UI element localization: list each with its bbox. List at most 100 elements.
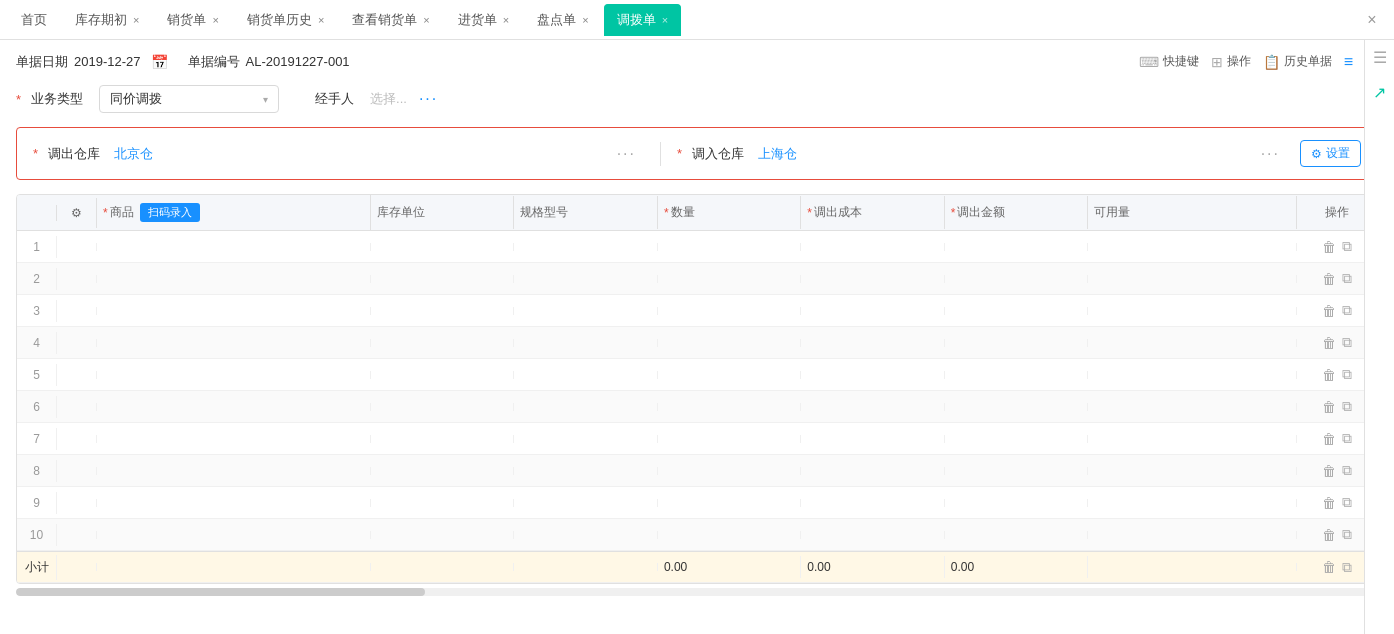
handler-input[interactable]: 选择... (370, 90, 407, 108)
row-copy-btn-7[interactable]: ⧉ (1339, 428, 1355, 449)
handler-more-icon[interactable]: ··· (419, 90, 438, 108)
row-product-6[interactable] (97, 403, 371, 411)
layout-button-1[interactable]: ≡ (1344, 53, 1353, 71)
sidebar-export-icon[interactable]: ↗ (1373, 83, 1386, 102)
horizontal-scrollbar[interactable] (16, 588, 1378, 596)
tab-inventory-check-close[interactable]: × (582, 14, 588, 26)
row-delete-btn-10[interactable]: 🗑 (1319, 525, 1339, 545)
th-spec: 规格型号 (514, 196, 657, 229)
tab-sales-order[interactable]: 销货单 × (154, 4, 231, 36)
date-value[interactable]: 2019-12-27 (74, 54, 141, 69)
row-qty-2[interactable] (658, 275, 801, 283)
row-qty-10[interactable] (658, 531, 801, 539)
row-qty-5[interactable] (658, 371, 801, 379)
row-copy-btn-4[interactable]: ⧉ (1339, 332, 1355, 353)
row-delete-btn-6[interactable]: 🗑 (1319, 397, 1339, 417)
history-button[interactable]: 📋 历史单据 (1263, 53, 1332, 70)
shortcut-button[interactable]: ⌨ 快捷键 (1139, 53, 1199, 70)
scan-button[interactable]: 扫码录入 (140, 203, 200, 222)
row-product-2[interactable] (97, 275, 371, 283)
calendar-icon[interactable]: 📅 (151, 54, 168, 70)
warehouse-in-more[interactable]: ··· (1253, 145, 1288, 163)
row-copy-btn-2[interactable]: ⧉ (1339, 268, 1355, 289)
row-cost-7 (801, 435, 944, 443)
row-copy-btn-8[interactable]: ⧉ (1339, 460, 1355, 481)
row-product-7[interactable] (97, 435, 371, 443)
tab-purchase-order[interactable]: 进货单 × (445, 4, 522, 36)
settings-button[interactable]: ⚙ 设置 (1300, 140, 1361, 167)
row-copy-btn-9[interactable]: ⧉ (1339, 492, 1355, 513)
th-gear[interactable]: ⚙ (57, 198, 97, 228)
row-product-4[interactable] (97, 339, 371, 347)
row-copy-btn-6[interactable]: ⧉ (1339, 396, 1355, 417)
row-avail-4 (1088, 339, 1297, 347)
tab-home[interactable]: 首页 (8, 4, 60, 36)
tab-sales-order-label: 销货单 (167, 11, 206, 29)
row-copy-btn-1[interactable]: ⧉ (1339, 236, 1355, 257)
row-product-5[interactable] (97, 371, 371, 379)
row-delete-btn-2[interactable]: 🗑 (1319, 269, 1339, 289)
row-product-3[interactable] (97, 307, 371, 315)
tab-sales-history[interactable]: 销货单历史 × (234, 4, 337, 36)
row-unit-10 (371, 531, 514, 539)
tab-view-sales[interactable]: 查看销货单 × (339, 4, 442, 36)
tab-view-sales-close[interactable]: × (423, 14, 429, 26)
subtotal-unit-cell (371, 563, 514, 571)
row-qty-6[interactable] (658, 403, 801, 411)
tab-inventory-check[interactable]: 盘点单 × (524, 4, 601, 36)
row-delete-btn-1[interactable]: 🗑 (1319, 237, 1339, 257)
row-amount-9 (945, 499, 1088, 507)
subtotal-copy-icon[interactable]: ⧉ (1339, 557, 1355, 578)
row-delete-btn-5[interactable]: 🗑 (1319, 365, 1339, 385)
warehouse-out-value[interactable]: 北京仓 (114, 145, 153, 163)
row-delete-btn-3[interactable]: 🗑 (1319, 301, 1339, 321)
warehouse-section: * 调出仓库 北京仓 ··· * 调入仓库 上海仓 ··· ⚙ 设置 (16, 127, 1378, 180)
row-delete-btn-7[interactable]: 🗑 (1319, 429, 1339, 449)
table-row: 9 🗑 ⧉ (17, 487, 1377, 519)
sidebar-list-icon[interactable]: ☰ (1373, 48, 1387, 67)
table-row: 8 🗑 ⧉ (17, 455, 1377, 487)
row-unit-7 (371, 435, 514, 443)
row-product-9[interactable] (97, 499, 371, 507)
row-product-1[interactable] (97, 243, 371, 251)
row-qty-1[interactable] (658, 243, 801, 251)
tab-purchase-order-close[interactable]: × (503, 14, 509, 26)
th-num (17, 205, 57, 221)
row-qty-4[interactable] (658, 339, 801, 347)
row-qty-9[interactable] (658, 499, 801, 507)
row-delete-btn-9[interactable]: 🗑 (1319, 493, 1339, 513)
warehouse-in-value[interactable]: 上海仓 (758, 145, 797, 163)
operations-button[interactable]: ⊞ 操作 (1211, 53, 1251, 70)
history-icon: 📋 (1263, 54, 1280, 70)
row-qty-8[interactable] (658, 467, 801, 475)
row-qty-7[interactable] (658, 435, 801, 443)
window-close-button[interactable]: × (1358, 6, 1386, 34)
row-qty-3[interactable] (658, 307, 801, 315)
warehouse-in-label: 调入仓库 (692, 145, 744, 163)
row-spec-8 (514, 467, 657, 475)
business-type-select[interactable]: 同价调拨 ▾ (99, 85, 279, 113)
row-num-10: 10 (17, 524, 57, 546)
row-spec-2 (514, 275, 657, 283)
tab-inventory-init[interactable]: 库存期初 × (62, 4, 152, 36)
row-num-3: 3 (17, 300, 57, 322)
tab-inventory-init-close[interactable]: × (133, 14, 139, 26)
tab-transfer-close[interactable]: × (662, 14, 668, 26)
row-copy-btn-3[interactable]: ⧉ (1339, 300, 1355, 321)
tab-transfer[interactable]: 调拨单 × (604, 4, 681, 36)
tab-sales-order-close[interactable]: × (212, 14, 218, 26)
row-product-10[interactable] (97, 531, 371, 539)
gear-icon: ⚙ (71, 206, 82, 220)
row-copy-btn-5[interactable]: ⧉ (1339, 364, 1355, 385)
warehouse-out-more[interactable]: ··· (609, 145, 644, 163)
row-delete-btn-8[interactable]: 🗑 (1319, 461, 1339, 481)
row-product-8[interactable] (97, 467, 371, 475)
tab-sales-history-close[interactable]: × (318, 14, 324, 26)
th-unit-label: 库存单位 (377, 204, 425, 221)
row-delete-btn-4[interactable]: 🗑 (1319, 333, 1339, 353)
form-header-left: 单据日期 2019-12-27 📅 单据编号 AL-20191227-001 (16, 53, 350, 71)
subtotal-delete-icon[interactable]: 🗑 (1319, 557, 1339, 577)
row-copy-btn-10[interactable]: ⧉ (1339, 524, 1355, 545)
tab-inventory-init-label: 库存期初 (75, 11, 127, 29)
subtotal-avail-cell (1088, 563, 1297, 571)
